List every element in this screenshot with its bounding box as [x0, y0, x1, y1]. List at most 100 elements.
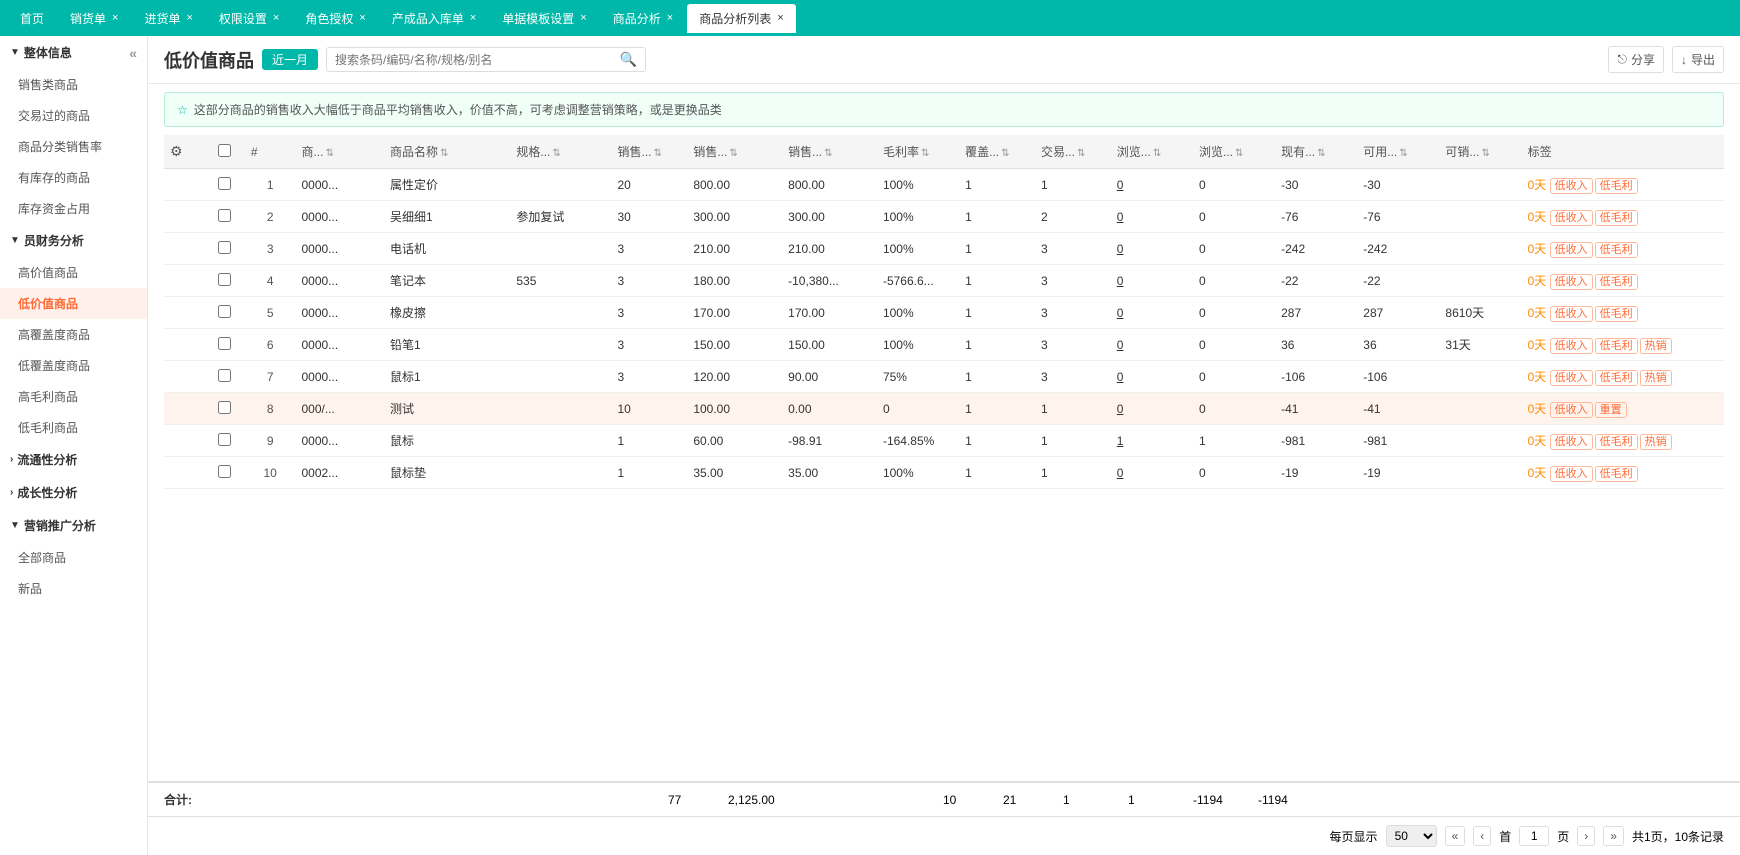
avail-col-header[interactable]: 可用...⇅: [1357, 135, 1439, 169]
column-settings-icon[interactable]: ⚙: [170, 143, 183, 159]
sidebar-item-traded-products[interactable]: 交易过的商品: [0, 100, 147, 131]
sellable-days: [1439, 169, 1521, 201]
filter-recent-month[interactable]: 近一月: [262, 49, 318, 70]
product-name: 铅笔1: [384, 329, 510, 361]
sidebar-item-low-coverage[interactable]: 低覆盖度商品: [0, 350, 147, 381]
trade-col-header[interactable]: 交易...⇅: [1035, 135, 1111, 169]
browse-link[interactable]: 1: [1117, 434, 1124, 448]
chevron-right-icon: ›: [10, 454, 13, 465]
sidebar-group-overall[interactable]: ▼ 整体信息 «: [0, 36, 147, 69]
close-icon[interactable]: ×: [777, 12, 783, 24]
row-checkbox[interactable]: [218, 401, 231, 414]
gross-rate: 0: [877, 393, 959, 425]
sidebar-item-in-stock[interactable]: 有库存的商品: [0, 162, 147, 193]
curr-col-header[interactable]: 现有...⇅: [1275, 135, 1357, 169]
export-button[interactable]: ↓ 导出: [1672, 46, 1724, 73]
browse2-col-header[interactable]: 浏览...⇅: [1193, 135, 1275, 169]
days-value: 0天: [1528, 210, 1547, 224]
nav-permissions[interactable]: 权限设置 ×: [207, 4, 291, 33]
coverage: 1: [959, 425, 1035, 457]
search-input[interactable]: [335, 53, 620, 67]
table-footer: 合计: 77 2,125.00 10 21 1 1 -1194 -1194: [148, 781, 1740, 816]
nav-purchase-order[interactable]: 进货单 ×: [132, 4, 204, 33]
nav-sales-order[interactable]: 销货单 ×: [58, 4, 130, 33]
sellable-col-header[interactable]: 可销...⇅: [1439, 135, 1521, 169]
browse-link[interactable]: 0: [1117, 274, 1124, 288]
row-checkbox[interactable]: [218, 465, 231, 478]
sidebar-item-sales-products[interactable]: 销售类商品: [0, 69, 147, 100]
close-icon[interactable]: ×: [112, 12, 118, 24]
browse-link[interactable]: 0: [1117, 338, 1124, 352]
sidebar-item-high-coverage[interactable]: 高覆盖度商品: [0, 319, 147, 350]
row-checkbox[interactable]: [218, 177, 231, 190]
browse-link[interactable]: 0: [1117, 402, 1124, 416]
table-row: 8 000/... 测试 10 100.00 0.00 0 1 1 0 0 -4…: [164, 393, 1724, 425]
sidebar-group-circulation[interactable]: › 流通性分析: [0, 443, 147, 476]
sidebar-item-low-profit[interactable]: 低毛利商品: [0, 412, 147, 443]
curr-stock: -41: [1275, 393, 1357, 425]
browse-link[interactable]: 0: [1117, 370, 1124, 384]
close-icon[interactable]: ×: [470, 12, 476, 24]
gross-rate-col-header[interactable]: 毛利率⇅: [877, 135, 959, 169]
trade-count: 2: [1035, 201, 1111, 233]
code-col-header[interactable]: 商...⇅: [295, 135, 383, 169]
collapse-icon[interactable]: «: [129, 45, 137, 61]
sale-profit-col-header[interactable]: 销售...⇅: [782, 135, 877, 169]
nav-home[interactable]: 首页: [8, 4, 56, 33]
sidebar-group-marketing[interactable]: ▼ 营销推广分析: [0, 509, 147, 542]
coverage: 1: [959, 393, 1035, 425]
browse-link[interactable]: 0: [1117, 178, 1124, 192]
sidebar-group-growth[interactable]: › 成长性分析: [0, 476, 147, 509]
row-checkbox[interactable]: [218, 305, 231, 318]
nav-role-auth[interactable]: 角色授权 ×: [293, 4, 377, 33]
sidebar-item-inventory-capital[interactable]: 库存资金占用: [0, 193, 147, 224]
page-header: 低价值商品 近一月 🔍 ⎋ 分享 ↓ 导出: [148, 36, 1740, 84]
curr-stock: -22: [1275, 265, 1357, 297]
browse-link[interactable]: 0: [1117, 242, 1124, 256]
first-page-button[interactable]: «: [1445, 826, 1466, 846]
close-icon[interactable]: ×: [359, 12, 365, 24]
browse-link[interactable]: 0: [1117, 466, 1124, 480]
coverage-col-header[interactable]: 覆盖...⇅: [959, 135, 1035, 169]
row-checkbox[interactable]: [218, 241, 231, 254]
close-icon[interactable]: ×: [667, 12, 673, 24]
sidebar-item-low-value[interactable]: 低价值商品: [0, 288, 147, 319]
product-spec: 535: [510, 265, 611, 297]
row-checkbox[interactable]: [218, 209, 231, 222]
prev-page-button[interactable]: ‹: [1473, 826, 1491, 846]
sidebar-item-high-value[interactable]: 高价值商品: [0, 257, 147, 288]
row-number: 1: [245, 169, 296, 201]
nav-product-analysis[interactable]: 商品分析 ×: [601, 4, 685, 33]
nav-product-in[interactable]: 产成品入库单 ×: [380, 4, 488, 33]
close-icon[interactable]: ×: [580, 12, 586, 24]
sidebar-item-category-sales[interactable]: 商品分类销售率: [0, 131, 147, 162]
row-checkbox[interactable]: [218, 369, 231, 382]
browse-link[interactable]: 0: [1117, 306, 1124, 320]
select-all-checkbox[interactable]: [218, 144, 231, 157]
sidebar-item-all-products[interactable]: 全部商品: [0, 542, 147, 573]
sale-price-col-header[interactable]: 销售...⇅: [687, 135, 782, 169]
name-col-header[interactable]: 商品名称⇅: [384, 135, 510, 169]
browse-link[interactable]: 0: [1117, 210, 1124, 224]
close-icon[interactable]: ×: [186, 12, 192, 24]
nav-template[interactable]: 单据模板设置 ×: [490, 4, 598, 33]
page-size-select[interactable]: 50 100 200: [1386, 825, 1437, 847]
next-page-button[interactable]: ›: [1577, 826, 1595, 846]
nav-product-analysis-list[interactable]: 商品分析列表 ×: [687, 4, 795, 33]
row-checkbox[interactable]: [218, 433, 231, 446]
product-tag: 低收入: [1550, 178, 1593, 194]
page-label: 首: [1499, 828, 1511, 845]
search-icon[interactable]: 🔍: [620, 51, 637, 68]
spec-col-header[interactable]: 规格...⇅: [510, 135, 611, 169]
row-checkbox[interactable]: [218, 273, 231, 286]
sidebar-item-new-products[interactable]: 新品: [0, 573, 147, 604]
sidebar-group-financial[interactable]: ▼ 员财务分析: [0, 224, 147, 257]
row-checkbox[interactable]: [218, 337, 231, 350]
close-icon[interactable]: ×: [273, 12, 279, 24]
sale-qty-col-header[interactable]: 销售...⇅: [611, 135, 687, 169]
browse1-col-header[interactable]: 浏览...⇅: [1111, 135, 1193, 169]
sidebar-item-high-profit[interactable]: 高毛利商品: [0, 381, 147, 412]
share-button[interactable]: ⎋ 分享: [1608, 46, 1664, 73]
last-page-button[interactable]: »: [1603, 826, 1624, 846]
current-page-input[interactable]: [1519, 826, 1549, 846]
